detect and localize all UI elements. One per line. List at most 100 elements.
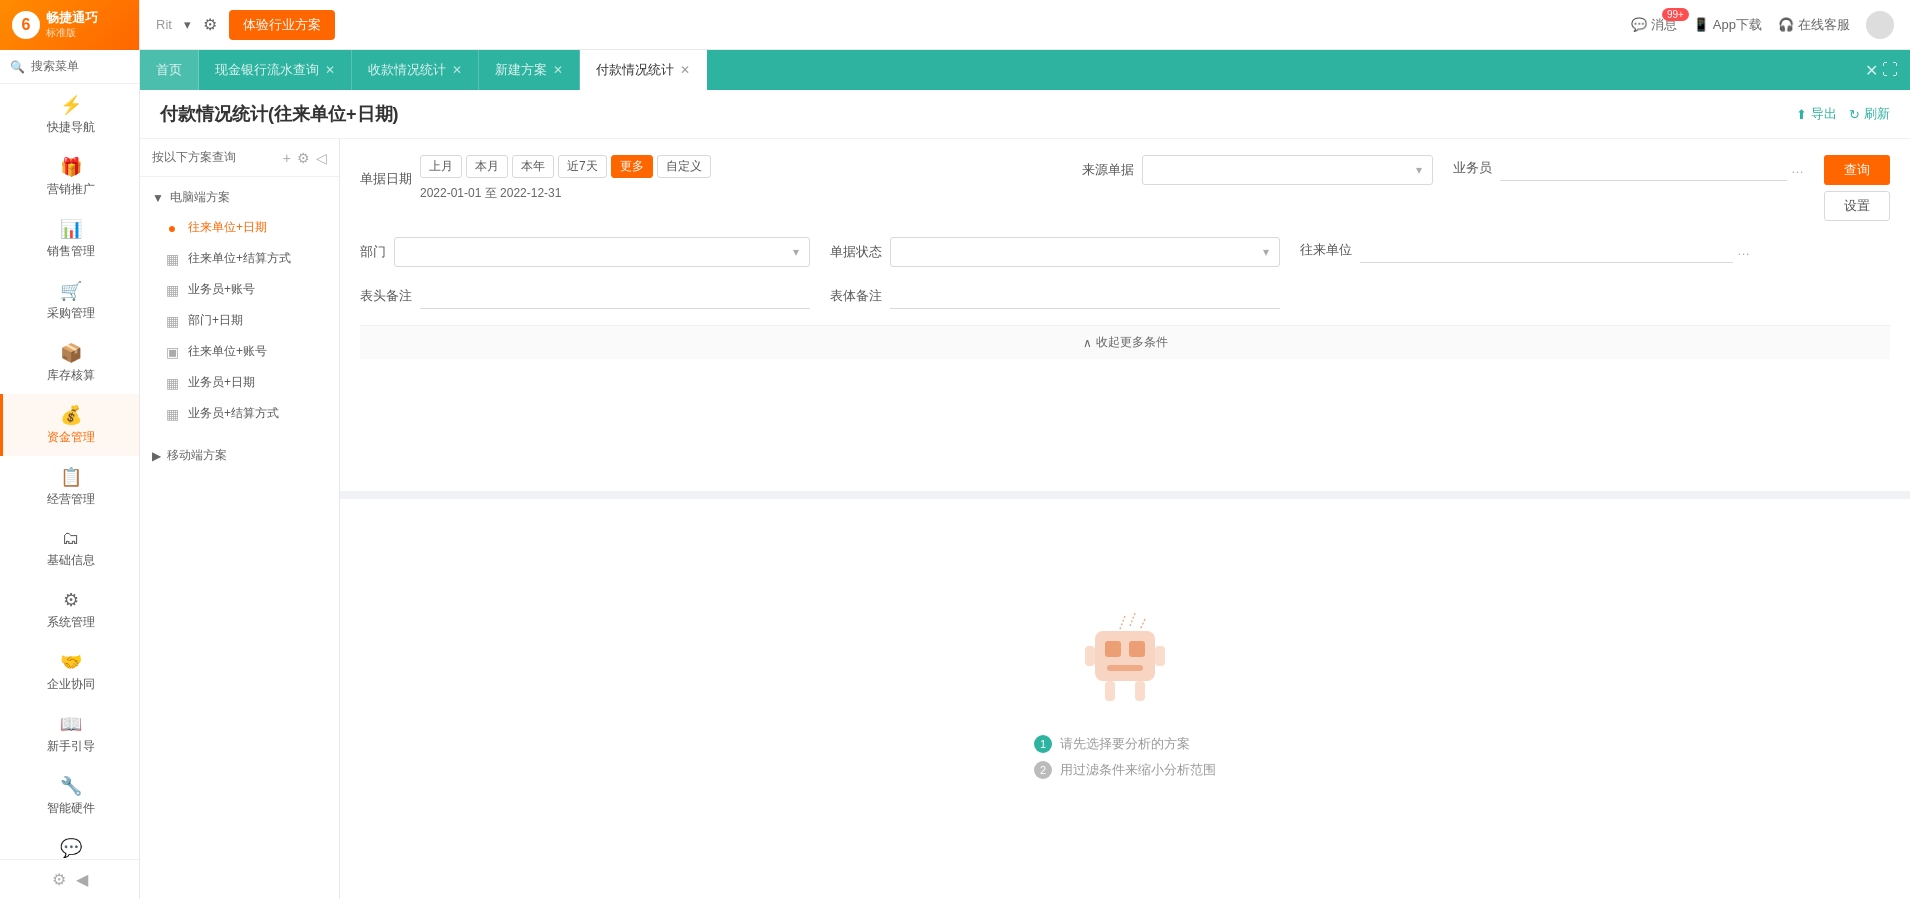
note-body-input[interactable] [890,283,1280,309]
counterpart-input[interactable] [1360,237,1733,263]
date-btn-more[interactable]: 更多 [611,155,653,178]
svg-rect-3 [1107,665,1143,671]
status-select[interactable]: ▾ [890,237,1280,267]
date-btn-7days[interactable]: 近7天 [558,155,607,178]
inventory-icon: 📦 [60,342,82,364]
customer-service-btn[interactable]: 🎧 在线客服 [1778,16,1850,34]
page-body: 按以下方案查询 + ⚙ ◁ ▼ 电脑端方案 ● 往来 [140,139,1910,899]
date-range-display[interactable]: 2022-01-01 至 2022-12-31 [420,185,711,202]
date-btn-this-year[interactable]: 本年 [512,155,554,178]
plan-item-counterpart-payment[interactable]: ▦ 往来单位+结算方式 [140,243,339,274]
sidebar-item-purchase[interactable]: 🛒 采购管理 [0,270,139,332]
filter-settings-btn[interactable]: 设置 [1824,191,1890,221]
sidebar-item-operation[interactable]: 📋 经营管理 [0,456,139,518]
status-filter: 单据状态 ▾ [830,237,1280,267]
left-panel-header: 按以下方案查询 + ⚙ ◁ [140,139,339,177]
plan-item-dept-date[interactable]: ▦ 部门+日期 [140,305,339,336]
sidebar-item-guide[interactable]: 📖 新手引导 [0,703,139,765]
staff-select-icon[interactable]: … [1791,161,1804,176]
app-icon: 📱 [1693,17,1709,32]
mobile-section-header[interactable]: ▶ 移动端方案 [140,441,339,470]
header: Rit ▾ ⚙ 体验行业方案 💬 消息 99+ 📱 App下载 🎧 在线客服 [140,0,1910,50]
message-icon: 💬 [1631,17,1647,32]
sidebar-item-finance[interactable]: 💰 资金管理 [0,394,139,456]
sidebar-settings-btn[interactable]: ⚙ [52,870,66,889]
plan-item-counterpart-date[interactable]: ● 往来单位+日期 [140,212,339,243]
sidebar-item-marketing[interactable]: 🎁 营销推广 [0,146,139,208]
sidebar-collapse-btn[interactable]: ◀ [76,870,88,889]
collapse-more-btn[interactable]: ∧ 收起更多条件 [1083,334,1168,351]
sidebar-item-hardware[interactable]: 🔧 智能硬件 [0,765,139,827]
desktop-section-label: 电脑端方案 [170,189,230,206]
filter-row-3: 表头备注 表体备注 [360,283,1890,309]
tip-text-2: 用过滤条件来缩小分析范围 [1060,761,1216,779]
tab-home[interactable]: 首页 [140,50,199,90]
date-btn-last-month[interactable]: 上月 [420,155,462,178]
plan-item-counterpart-account[interactable]: ▣ 往来单位+账号 [140,336,339,367]
sidebar-item-inventory[interactable]: 📦 库存核算 [0,332,139,394]
trial-btn[interactable]: 体验行业方案 [229,10,335,40]
note-head-input[interactable] [420,283,810,309]
sidebar-item-quick-nav[interactable]: ⚡ 快捷导航 [0,84,139,146]
date-btn-custom[interactable]: 自定义 [657,155,711,178]
counterpart-label: 往来单位 [1300,241,1352,259]
tab-bank[interactable]: 现金银行流水查询 ✕ [199,50,352,90]
plan-item-staff-account[interactable]: ▦ 业务员+账号 [140,274,339,305]
header-dropdown[interactable]: ▾ [184,17,191,32]
plan-item-staff-date[interactable]: ▦ 业务员+日期 [140,367,339,398]
refresh-label: 刷新 [1864,105,1890,123]
dept-filter: 部门 ▾ [360,237,810,267]
sidebar-item-enterprise[interactable]: 🤝 企业协同 [0,641,139,703]
mobile-section-label: 移动端方案 [167,447,227,464]
tab-payments[interactable]: 付款情况统计 ✕ [580,50,707,90]
add-plan-btn[interactable]: + [283,150,291,166]
counterpart-select-icon[interactable]: … [1737,243,1750,258]
panel-collapse-btn[interactable]: ◁ [316,150,327,166]
user-avatar[interactable] [1866,11,1894,39]
svg-line-9 [1130,613,1135,626]
date-btn-this-month[interactable]: 本月 [466,155,508,178]
search-menu[interactable]: 🔍 搜索菜单 [0,50,139,84]
filter-row-1: 单据日期 上月 本月 本年 近7天 更多 自定义 [360,155,1890,221]
page-title: 付款情况统计(往来单位+日期) [160,102,399,126]
plan-settings-btn[interactable]: ⚙ [297,150,310,166]
query-btn[interactable]: 查询 [1824,155,1890,185]
sidebar-item-sales[interactable]: 📊 销售管理 [0,208,139,270]
refresh-icon: ↻ [1849,107,1860,122]
sidebar-item-system[interactable]: ⚙ 系统管理 [0,579,139,641]
sidebar-item-basic[interactable]: 🗂 基础信息 [0,518,139,579]
svg-rect-0 [1095,631,1155,681]
dept-select[interactable]: ▾ [394,237,810,267]
tab-bank-close-icon[interactable]: ✕ [325,63,335,77]
tip-num-2: 2 [1034,761,1052,779]
tab-payments-close-icon[interactable]: ✕ [680,63,690,77]
header-settings-icon[interactable]: ⚙ [203,15,217,34]
tab-new-plan-close-icon[interactable]: ✕ [553,63,563,77]
app-label: App下载 [1713,16,1762,34]
operation-icon: 📋 [60,466,82,488]
staff-input[interactable] [1500,155,1787,181]
plan-item-label: 往来单位+结算方式 [188,250,291,267]
plan-item-label: 往来单位+日期 [188,219,267,236]
messages-btn[interactable]: 💬 消息 99+ [1631,16,1677,34]
header-right: 💬 消息 99+ 📱 App下载 🎧 在线客服 [1631,11,1894,39]
sales-icon: 📊 [60,218,82,240]
export-btn[interactable]: ⬆ 导出 [1796,105,1837,123]
desktop-section-header[interactable]: ▼ 电脑端方案 [140,183,339,212]
source-select[interactable]: ▾ [1142,155,1433,185]
refresh-btn[interactable]: ↻ 刷新 [1849,105,1890,123]
tab-bank-label: 现金银行流水查询 [215,61,319,79]
sidebar-item-weixin[interactable]: 💬 企业微信 [0,827,139,859]
empty-tip-2: 2 用过滤条件来缩小分析范围 [1034,761,1216,779]
tab-receipts[interactable]: 收款情况统计 ✕ [352,50,479,90]
tab-receipts-close-icon[interactable]: ✕ [452,63,462,77]
basic-icon: 🗂 [62,528,80,549]
tab-new-plan[interactable]: 新建方案 ✕ [479,50,580,90]
plan-icon: ▦ [164,313,180,329]
hardware-icon: 🔧 [60,775,82,797]
tab-close-all-icon[interactable]: ✕ [1865,61,1878,80]
tab-maximize-icon[interactable]: ⛶ [1882,61,1898,79]
plan-item-staff-payment[interactable]: ▦ 业务员+结算方式 [140,398,339,429]
app-download-btn[interactable]: 📱 App下载 [1693,16,1762,34]
quick-nav-icon: ⚡ [60,94,82,116]
